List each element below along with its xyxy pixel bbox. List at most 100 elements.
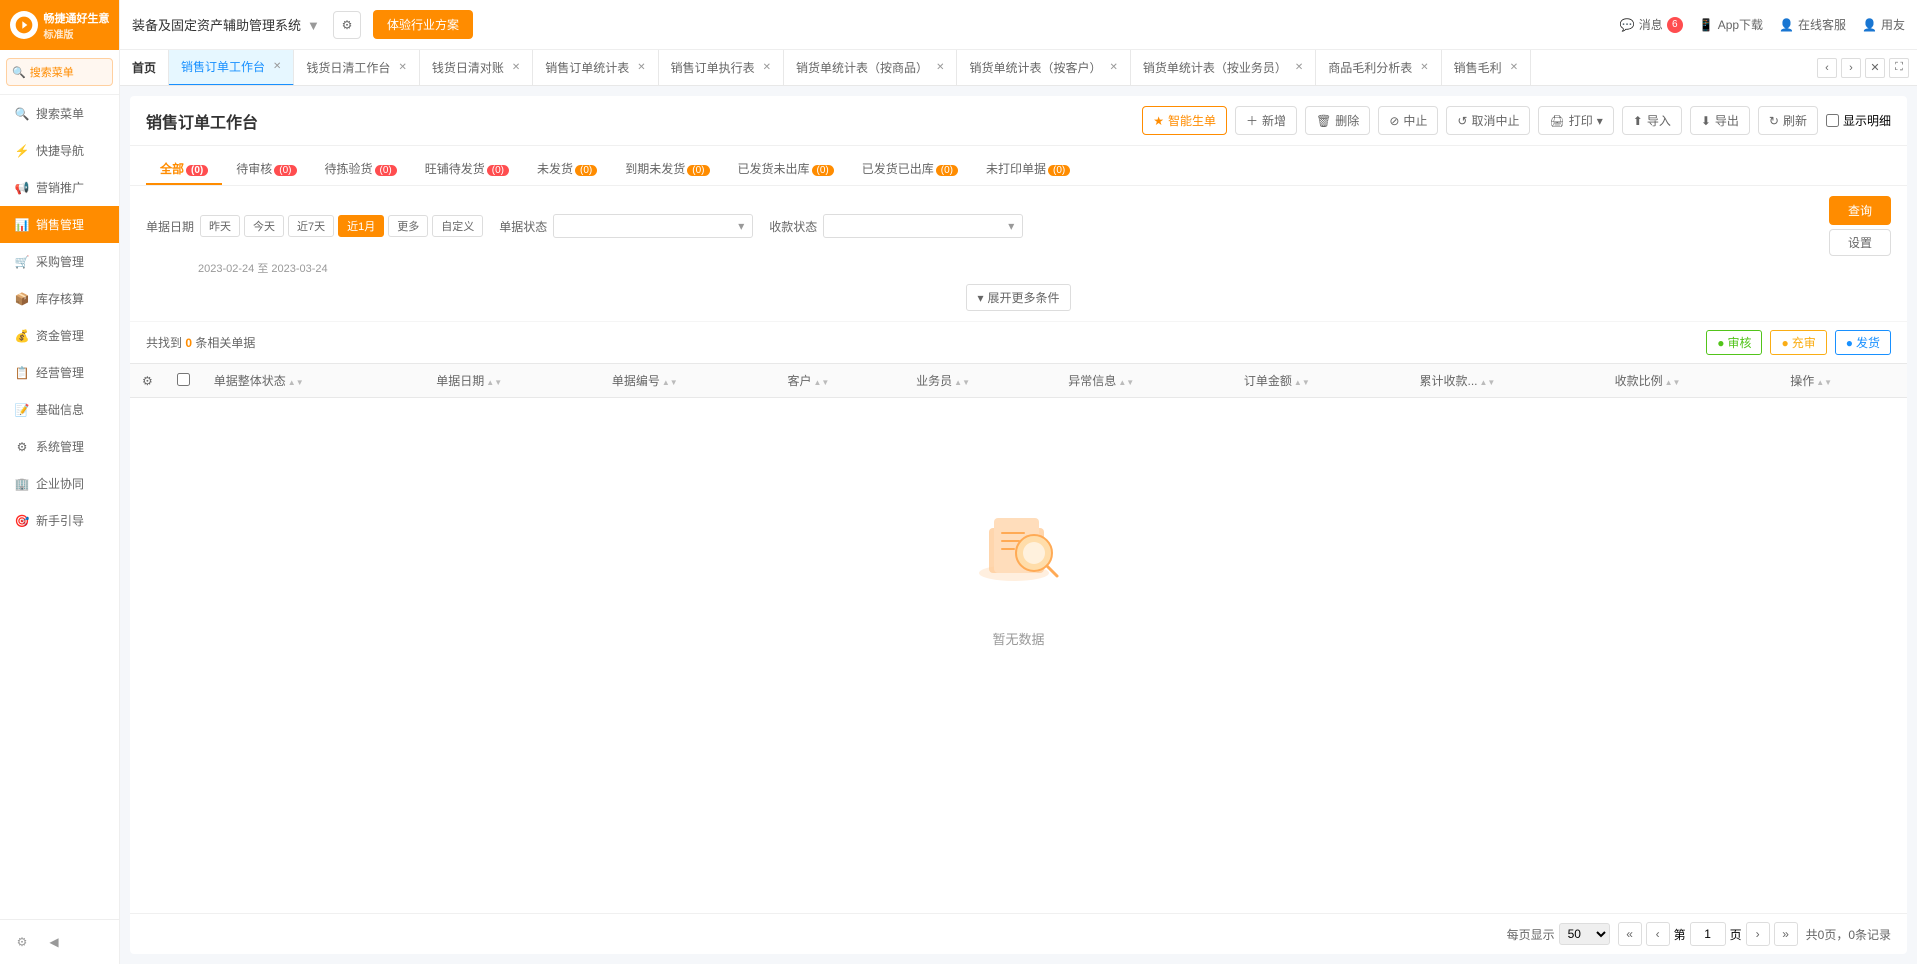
tab-close-gross-profit[interactable]: ✕ [1420,62,1428,73]
page-size-select[interactable]: 50 100 200 [1559,923,1610,945]
sub-tab-not-printed[interactable]: 未打印单据(0) [972,154,1084,185]
next-page-button[interactable]: › [1746,922,1770,946]
select-all-checkbox[interactable] [177,373,190,386]
sort-icon-status[interactable]: ▲▼ [288,379,304,387]
page-number-input[interactable] [1690,922,1726,946]
tab-goods-stats-product[interactable]: 销货单统计表（按商品）✕ [784,50,957,86]
sort-icon-actions[interactable]: ▲▼ [1816,379,1832,387]
sidebar-item-basic-info[interactable]: 📝基础信息 [0,391,119,428]
topbar-dropdown-icon[interactable]: ▼ [307,18,321,32]
date-filter-yesterday[interactable]: 昨天 [200,215,240,237]
add-button[interactable]: ＋ 新增 [1235,106,1297,135]
col-settings[interactable]: ⚙ [130,364,165,398]
tab-sales-more[interactable]: 销售毛利✕ [1442,50,1531,86]
tab-goods-stats-customer[interactable]: 销货单统计表（按客户）✕ [957,50,1130,86]
date-filter-7days[interactable]: 近7天 [288,215,334,237]
sort-icon-date[interactable]: ▲▼ [486,379,502,387]
delete-button[interactable]: 🗑 删除 [1305,106,1370,135]
tab-goods-stats-salesman[interactable]: 销货单统计表（按业务员）✕ [1131,50,1316,86]
sidebar-item-enterprise[interactable]: 🏢企业协同 [0,465,119,502]
tab-sales-exec[interactable]: 销售订单执行表✕ [659,50,784,86]
sub-tab-not-shipped[interactable]: 未发货(0) [523,154,611,185]
sub-tab-pending-audit[interactable]: 待审核(0) [222,154,310,185]
cancel-stop-button[interactable]: ↺ 取消中止 [1446,106,1530,135]
sidebar-item-marketing[interactable]: 📢营销推广 [0,169,119,206]
tabs-next-button[interactable]: › [1841,58,1861,78]
date-filter-custom[interactable]: 自定义 [432,215,483,237]
tab-close-sales-exec[interactable]: ✕ [763,62,771,73]
smart-create-button[interactable]: ★ 智能生单 [1142,106,1227,135]
stop-button[interactable]: ⊘ 中止 [1378,106,1438,135]
sub-tab-all[interactable]: 全部(0) [146,154,222,185]
date-filter-today[interactable]: 今天 [244,215,284,237]
sidebar-item-finance[interactable]: 💰资金管理 [0,317,119,354]
sub-tab-wangpu-pending[interactable]: 旺铺待发货(0) [411,154,523,185]
sort-icon-collected[interactable]: ▲▼ [1480,379,1496,387]
abandon-audit-button[interactable]: ● 充审 [1770,330,1826,355]
last-page-button[interactable]: » [1774,922,1798,946]
tab-close-cash-reconcile[interactable]: ✕ [512,62,520,73]
date-filter-more[interactable]: 更多 [388,215,428,237]
date-filter-1month[interactable]: 近1月 [338,215,384,237]
tab-gross-profit[interactable]: 商品毛利分析表✕ [1316,50,1441,86]
sub-tab-pending-goods[interactable]: 待拣验货(0) [311,154,411,185]
tabs-fullscreen-button[interactable]: ⛶ [1889,58,1909,78]
sidebar-item-guide[interactable]: 🎯新手引导 [0,502,119,539]
sidebar-item-inventory[interactable]: 📦库存核算 [0,280,119,317]
expand-filters-button[interactable]: ▾ 展开更多条件 [966,284,1070,311]
user-menu-button[interactable]: 👤 用友 [1862,16,1905,33]
sub-tab-shipped-not-out[interactable]: 已发货未出库(0) [724,154,848,185]
tab-cash-daily[interactable]: 钱货日清工作台✕ [294,50,419,86]
collapse-icon[interactable]: ◀ [42,930,66,954]
message-button[interactable]: 💬 消息 6 [1620,16,1683,33]
sort-icon-number[interactable]: ▲▼ [662,379,678,387]
filter-settings-button[interactable]: 设置 [1829,229,1891,256]
app-download-button[interactable]: 📱 App下载 [1699,16,1763,33]
tab-close-goods-stats-salesman[interactable]: ✕ [1295,62,1303,73]
tab-close-cash-daily[interactable]: ✕ [398,62,406,73]
tab-close-goods-stats-customer[interactable]: ✕ [1109,62,1117,73]
first-page-button[interactable]: « [1618,922,1642,946]
search-menu-button[interactable]: 🔍 搜索菜单 [6,58,113,86]
query-button[interactable]: 查询 [1829,196,1891,225]
tabs-close-all-button[interactable]: ✕ [1865,58,1885,78]
industry-solution-button[interactable]: 体验行业方案 [373,10,473,39]
tabs-prev-button[interactable]: ‹ [1817,58,1837,78]
settings-bottom-icon[interactable]: ⚙ [10,930,34,954]
tab-close-sales-workbench[interactable]: ✕ [273,61,281,72]
topbar-settings-button[interactable]: ⚙ [333,11,361,39]
online-service-button[interactable]: 👤 在线客服 [1779,16,1846,33]
export-button[interactable]: ⬇ 导出 [1690,106,1750,135]
sidebar-item-system[interactable]: ⚙系统管理 [0,428,119,465]
sub-tab-overdue-not-shipped[interactable]: 到期未发货(0) [611,154,723,185]
sub-tab-shipped-out[interactable]: 已发货已出库(0) [848,154,972,185]
sidebar-item-operations[interactable]: 📋经营管理 [0,354,119,391]
sidebar-item-quick-nav[interactable]: ⚡快捷导航 [0,132,119,169]
sidebar-item-search[interactable]: 🔍搜索菜单 [0,95,119,132]
sidebar-item-purchase[interactable]: 🛒采购管理 [0,243,119,280]
sort-icon-abnormal[interactable]: ▲▼ [1118,379,1134,387]
payment-select[interactable]: ▾ [823,214,1023,238]
sidebar-item-sales[interactable]: 📊销售管理 [0,206,119,243]
sort-icon-ratio[interactable]: ▲▼ [1665,379,1681,387]
tab-cash-reconcile[interactable]: 钱货日清对账✕ [420,50,533,86]
ship-button[interactable]: ● 发货 [1835,330,1891,355]
tab-sales-stats[interactable]: 销售订单统计表✕ [533,50,658,86]
prev-page-button[interactable]: ‹ [1646,922,1670,946]
sort-icon-salesman[interactable]: ▲▼ [954,379,970,387]
audit-button[interactable]: ● 审核 [1706,330,1762,355]
show-detail-checkbox-area[interactable]: 显示明细 [1826,112,1891,129]
col-checkbox[interactable] [165,364,202,398]
tab-home[interactable]: 首页 [120,50,169,86]
tab-sales-workbench[interactable]: 销售订单工作台✕ [169,50,294,86]
refresh-button[interactable]: ↻ 刷新 [1758,106,1818,135]
tab-close-sales-more[interactable]: ✕ [1510,62,1518,73]
show-detail-checkbox[interactable] [1826,114,1839,127]
tab-close-sales-stats[interactable]: ✕ [637,62,645,73]
sort-icon-customer[interactable]: ▲▼ [813,379,829,387]
tab-close-goods-stats-product[interactable]: ✕ [936,62,944,73]
import-button[interactable]: ⬆ 导入 [1622,106,1682,135]
sort-icon-amount[interactable]: ▲▼ [1294,379,1310,387]
print-button[interactable]: 🖨 打印 ▾ [1538,106,1613,135]
status-select[interactable]: ▾ [553,214,753,238]
